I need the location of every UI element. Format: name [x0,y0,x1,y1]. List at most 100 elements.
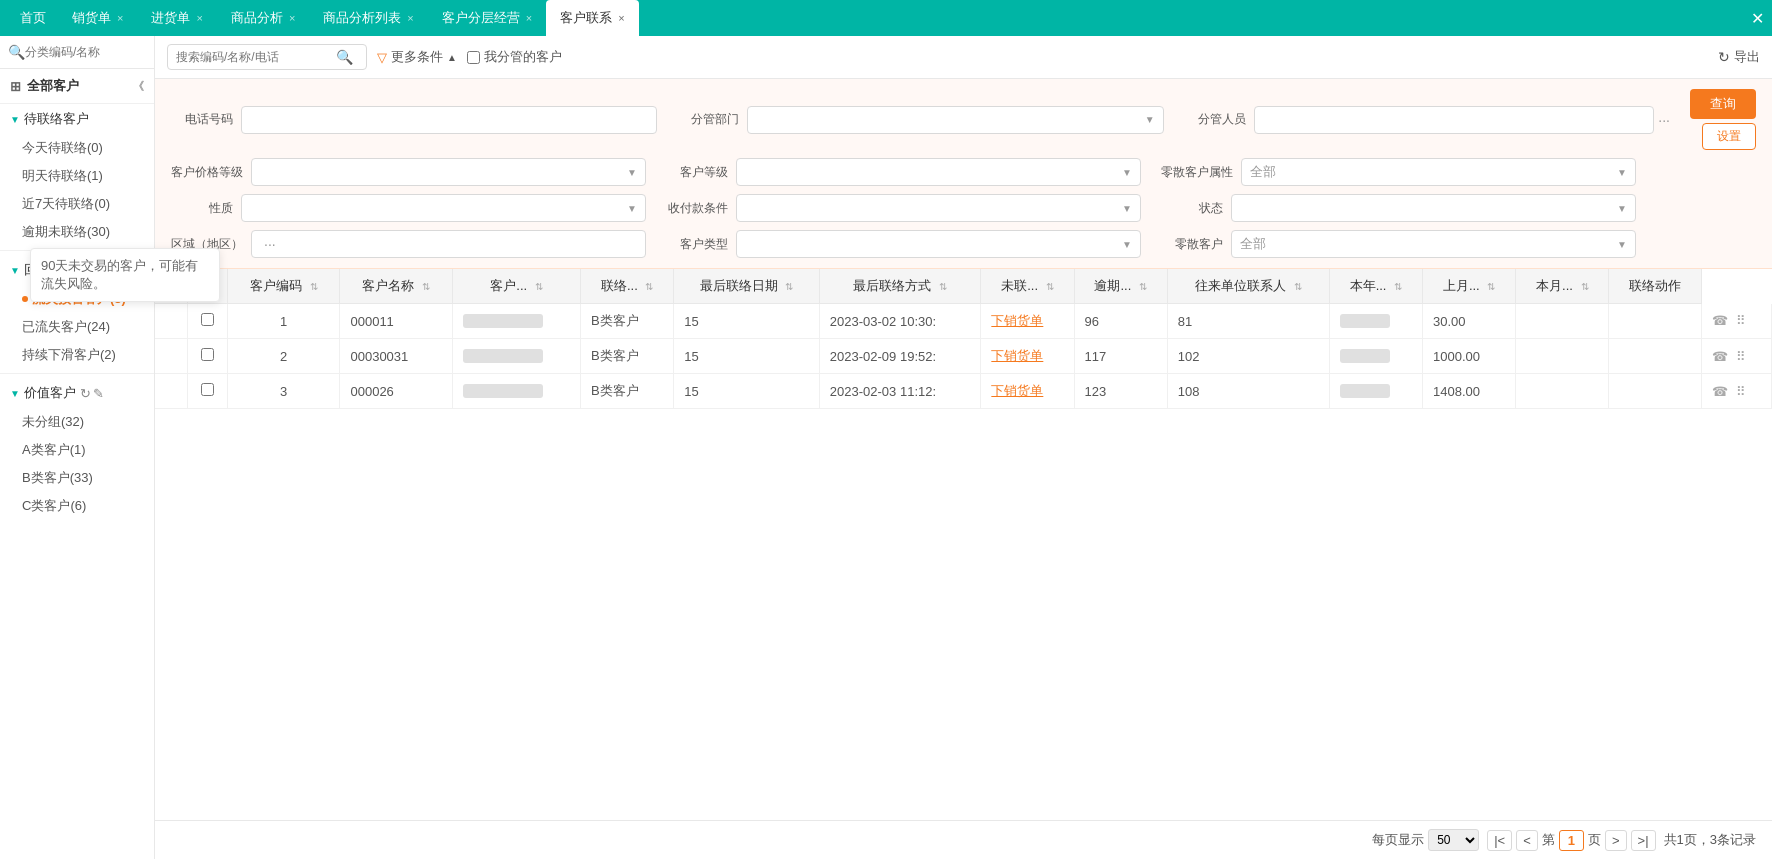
payment-select[interactable]: ▼ [736,194,1141,222]
search-button-icon[interactable]: 🔍 [336,49,353,65]
row-checkbox-cell [188,339,228,374]
row-num: 3 [228,374,340,409]
close-icon[interactable]: × [526,12,532,24]
phone-input[interactable] [241,106,657,134]
region-select[interactable]: ··· [251,230,646,258]
nav-item-home[interactable]: 首页 [8,0,58,36]
row-overdue: 102 [1167,339,1329,374]
close-icon[interactable]: × [117,12,123,24]
status-arrow-icon: ▼ [1617,203,1627,214]
manager-dots-icon[interactable]: ··· [1658,112,1670,128]
sidebar-item-tomorrow-contact[interactable]: 明天待联络(1) [0,162,154,190]
query-button[interactable]: 查询 [1690,89,1756,119]
prev-page-button[interactable]: < [1516,830,1538,851]
sidebar-group-value[interactable]: ▼ 价值客户 ↻ ✎ [0,378,154,408]
sort-arrows-last-date[interactable]: ⇅ [785,281,793,292]
sidebar-item-class-a[interactable]: A类客户(1) [0,436,154,464]
action-icons: ☎ ⠿ [1712,313,1761,328]
sidebar-item-today-contact[interactable]: 今天待联络(0) [0,134,154,162]
sort-arrows-last-month[interactable]: ⇅ [1487,281,1495,292]
sidebar-search-input[interactable] [25,45,155,59]
close-icon[interactable]: × [196,12,202,24]
nav-item-analysis[interactable]: 商品分析 × [217,0,309,36]
sidebar-item-7days-contact[interactable]: 近7天待联络(0) [0,190,154,218]
sort-arrows-this-month[interactable]: ⇅ [1581,281,1589,292]
row-checkbox-cell [188,374,228,409]
retail-customer-select[interactable]: 全部 ▼ [1231,230,1636,258]
sidebar-item-class-b[interactable]: B类客户(33) [0,464,154,492]
sort-arrows-name[interactable]: ⇅ [422,281,430,292]
customer-level-select[interactable]: ▼ [736,158,1141,186]
contact-action-icon[interactable]: ☎ [1712,349,1728,364]
row-checkbox[interactable] [201,313,214,326]
more-action-icon[interactable]: ⠿ [1736,349,1746,364]
more-conditions-button[interactable]: ▽ 更多条件 ▲ [377,48,457,66]
contact-action-icon[interactable]: ☎ [1712,384,1728,399]
row-action: ☎ ⠿ [1702,339,1772,374]
nav-item-customer-contact[interactable]: 客户联系 × [546,0,638,36]
last-method-link[interactable]: 下销货单 [991,313,1043,328]
close-icon[interactable]: × [407,12,413,24]
sort-arrows-type[interactable]: ⇅ [535,281,543,292]
nav-item-customer-layer[interactable]: 客户分层经营 × [428,0,546,36]
col-label-code: 客户编码 [250,278,302,293]
sidebar-group-pending-contact[interactable]: ▼ 待联络客户 [0,104,154,134]
window-close-icon[interactable]: ✕ [1751,9,1764,28]
nav-item-sales[interactable]: 销货单 × [58,0,137,36]
sidebar-item-lost-customers[interactable]: 已流失客户(24) [0,313,154,341]
sort-arrows-contact-person[interactable]: ⇅ [1294,281,1302,292]
last-method-link[interactable]: 下销货单 [991,348,1043,363]
col-label-contact: 联络... [601,278,638,293]
sidebar-item-overdue-contact[interactable]: 逾期未联络(30) [0,218,154,246]
sort-arrows-overdue[interactable]: ⇅ [1139,281,1147,292]
sort-arrows-this-year[interactable]: ⇅ [1394,281,1402,292]
customer-type-select[interactable]: ▼ [736,230,1141,258]
col-label-contact-person: 往来单位联系人 [1195,278,1286,293]
refresh-icon[interactable]: ↻ [80,386,91,401]
edit-icon[interactable]: ✎ [93,386,104,401]
export-button[interactable]: ↻ 导出 [1718,48,1760,66]
sort-arrows-code[interactable]: ⇅ [310,281,318,292]
col-header-type: 客户... ⇅ [452,269,580,304]
last-method-link[interactable]: 下销货单 [991,383,1043,398]
sidebar-all-customers[interactable]: ⊞ 全部客户 《 [0,69,154,104]
setting-button[interactable]: 设置 [1702,123,1756,150]
close-icon[interactable]: × [618,12,624,24]
sort-arrows-contact[interactable]: ⇅ [645,281,653,292]
my-customers-check[interactable] [467,51,480,64]
close-icon[interactable]: × [289,12,295,24]
col-header-last-date: 最后联络日期 ⇅ [674,269,819,304]
row-checkbox[interactable] [201,348,214,361]
first-page-button[interactable]: |< [1487,830,1512,851]
sidebar-item-class-c[interactable]: C类客户(6) [0,492,154,520]
sidebar-item-declining-customers[interactable]: 持续下滑客户(2) [0,341,154,369]
tooltip-box: 90天未交易的客户，可能有流失风险。 [30,248,220,302]
contact-action-icon[interactable]: ☎ [1712,313,1728,328]
last-page-button[interactable]: >| [1631,830,1656,851]
sidebar-search-area: 🔍 [0,36,154,69]
retail-attr-arrow-icon: ▼ [1617,167,1627,178]
price-level-select[interactable]: ▼ [251,158,646,186]
nav-item-analysis-list[interactable]: 商品分析列表 × [309,0,427,36]
more-action-icon[interactable]: ⠿ [1736,313,1746,328]
status-select[interactable]: ▼ [1231,194,1636,222]
next-page-button[interactable]: > [1605,830,1627,851]
search-input[interactable] [176,50,336,64]
region-dots-icon[interactable]: ··· [264,236,276,252]
nature-select[interactable]: ▼ [241,194,646,222]
manager-input[interactable] [1254,106,1655,134]
dept-select[interactable]: ▼ [747,106,1163,134]
row-code: 000011 [340,304,452,339]
more-action-icon[interactable]: ⠿ [1736,384,1746,399]
row-checkbox[interactable] [201,383,214,396]
retail-attr-select[interactable]: 全部 ▼ [1241,158,1636,186]
sort-arrows-not-contacted[interactable]: ⇅ [1046,281,1054,292]
sidebar-divider-2 [0,373,154,374]
nav-label-customer-contact: 客户联系 [560,9,612,27]
per-page-select[interactable]: 50 100 [1428,829,1479,851]
nav-item-purchase[interactable]: 进货单 × [137,0,216,36]
sidebar-item-ungrouped[interactable]: 未分组(32) [0,408,154,436]
export-label: 导出 [1734,48,1760,66]
sort-arrows-last-method[interactable]: ⇅ [939,281,947,292]
my-customers-checkbox[interactable]: 我分管的客户 [467,48,562,66]
